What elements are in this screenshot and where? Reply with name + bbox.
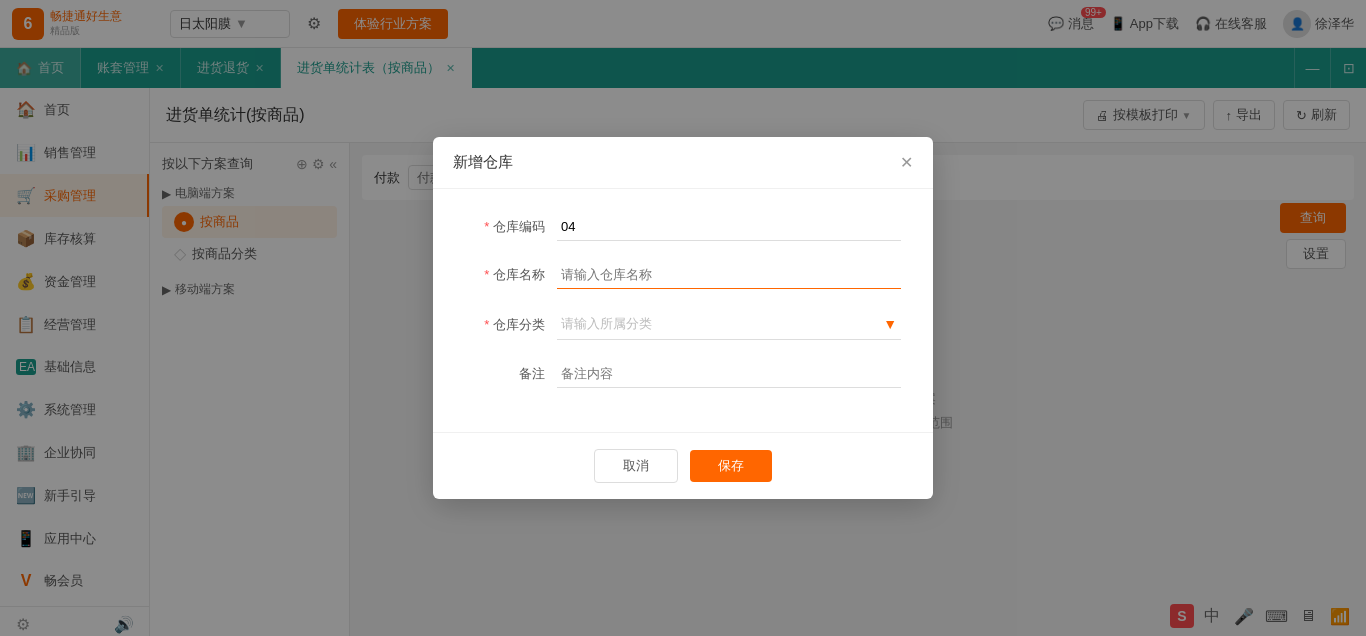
modal-body: 仓库编码 仓库名称 仓库分类 请输入所属分类 ▼ 备注	[433, 189, 933, 432]
add-warehouse-modal: 新增仓库 ✕ 仓库编码 仓库名称 仓库分类 请输入所属分类 ▼	[433, 137, 933, 499]
modal-overlay: 新增仓库 ✕ 仓库编码 仓库名称 仓库分类 请输入所属分类 ▼	[0, 0, 1366, 636]
save-button[interactable]: 保存	[690, 450, 772, 482]
note-label: 备注	[465, 365, 545, 383]
category-form-row: 仓库分类 请输入所属分类 ▼	[465, 309, 901, 340]
code-input[interactable]	[557, 213, 901, 241]
code-label: 仓库编码	[465, 218, 545, 236]
modal-header: 新增仓库 ✕	[433, 137, 933, 189]
modal-footer: 取消 保存	[433, 432, 933, 499]
cancel-button[interactable]: 取消	[594, 449, 678, 483]
name-form-row: 仓库名称	[465, 261, 901, 289]
category-placeholder: 请输入所属分类	[561, 315, 652, 333]
name-label: 仓库名称	[465, 266, 545, 284]
code-form-row: 仓库编码	[465, 213, 901, 241]
note-form-row: 备注	[465, 360, 901, 388]
modal-close-button[interactable]: ✕	[900, 153, 913, 172]
chevron-down-category-icon: ▼	[883, 316, 897, 332]
modal-title: 新增仓库	[453, 153, 513, 172]
category-label: 仓库分类	[465, 316, 545, 334]
note-input[interactable]	[557, 360, 901, 388]
name-input[interactable]	[557, 261, 901, 289]
category-select[interactable]: 请输入所属分类 ▼	[557, 309, 901, 340]
